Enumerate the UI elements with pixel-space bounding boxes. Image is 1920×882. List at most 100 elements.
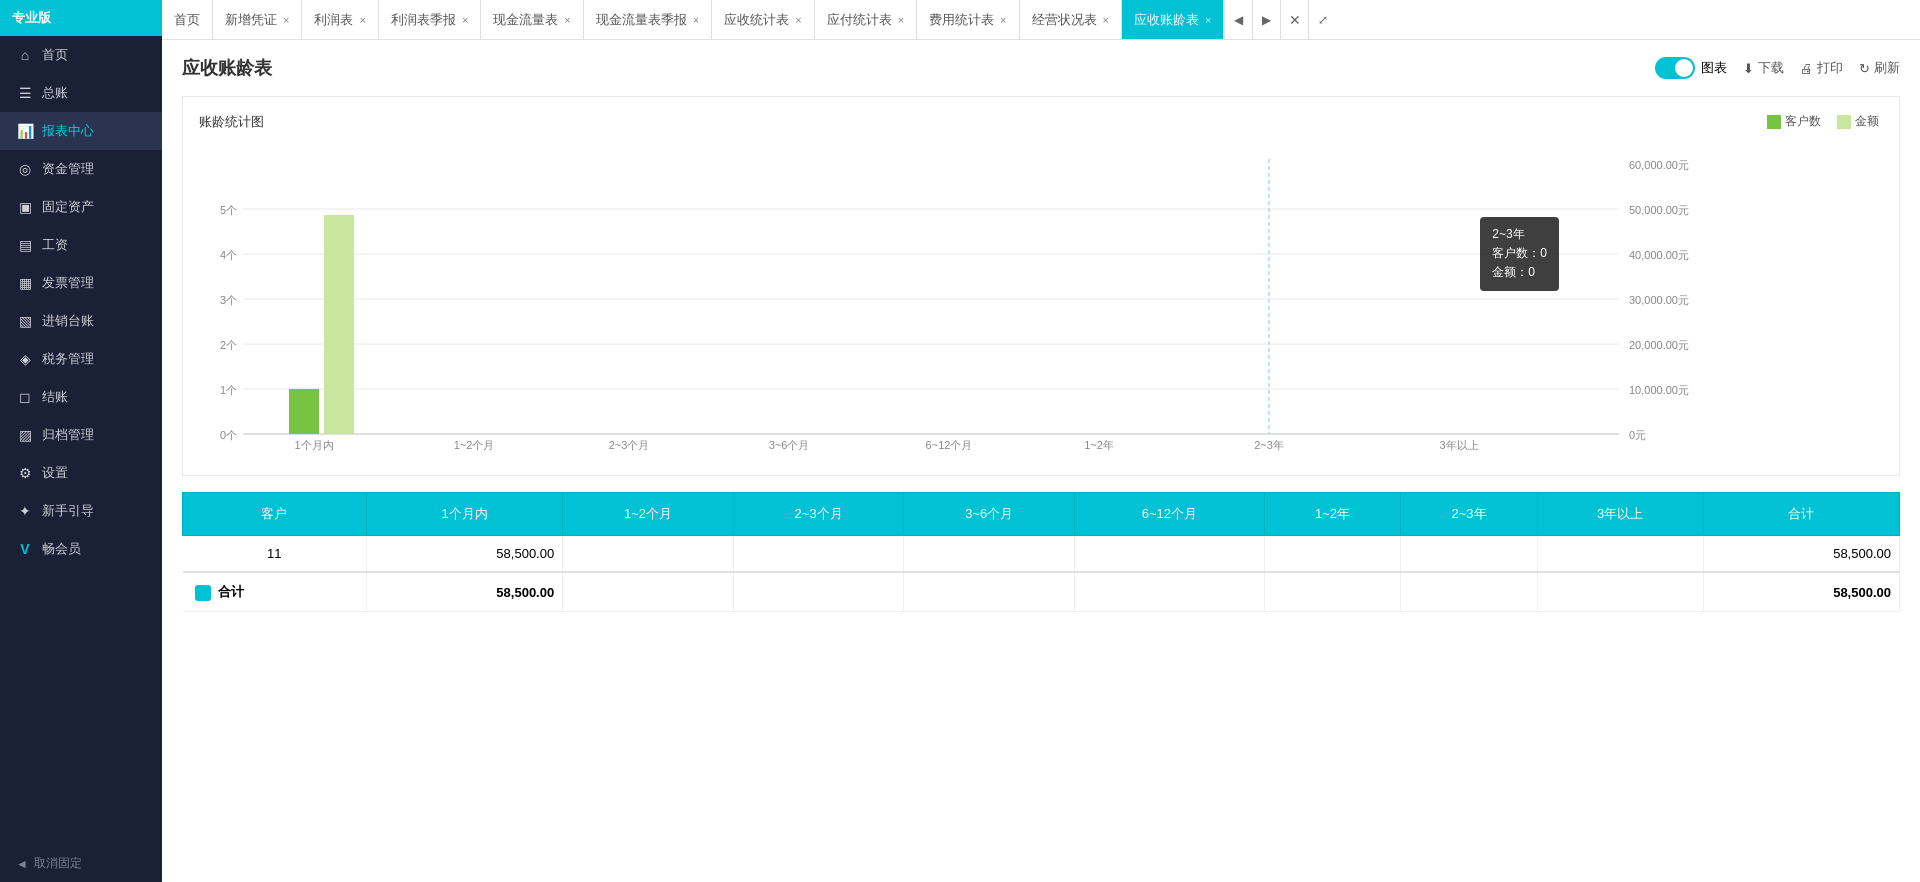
tab-next-button[interactable]: ▶ bbox=[1252, 0, 1280, 40]
tab-cashflow-quarterly[interactable]: 现金流量表季报 × bbox=[584, 0, 712, 40]
tab-close-receivable-stats[interactable]: × bbox=[795, 14, 801, 26]
tab-close-cashflow-quarterly[interactable]: × bbox=[693, 14, 699, 26]
sidebar-item-label: 进销台账 bbox=[42, 312, 94, 330]
chart-title: 账龄统计图 bbox=[199, 113, 1883, 131]
assets-icon: ▣ bbox=[16, 199, 34, 215]
tab-close-all-button[interactable]: ✕ bbox=[1280, 0, 1308, 40]
sidebar-item-label: 固定资产 bbox=[42, 198, 94, 216]
sidebar-item-invoice[interactable]: ▦ 发票管理 bbox=[0, 264, 162, 302]
cell-y12 bbox=[1264, 536, 1401, 573]
sidebar-item-funds[interactable]: ◎ 资金管理 bbox=[0, 150, 162, 188]
col-y23: 2~3年 bbox=[1401, 493, 1538, 536]
aging-table: 客户 1个月内 1~2个月 2~3个月 3~6个月 6~12个月 1~2年 2~… bbox=[182, 492, 1900, 612]
main-content: 首页 新增凭证 × 利润表 × 利润表季报 × 现金流量表 × 现金流量表季报 … bbox=[162, 0, 1920, 882]
tab-bar: 首页 新增凭证 × 利润表 × 利润表季报 × 现金流量表 × 现金流量表季报 … bbox=[162, 0, 1920, 40]
tab-close-new-voucher[interactable]: × bbox=[283, 14, 289, 26]
sidebar-item-reports[interactable]: 📊 报表中心 bbox=[0, 112, 162, 150]
download-button[interactable]: ⬇ 下载 bbox=[1743, 59, 1784, 77]
tab-cashflow[interactable]: 现金流量表 × bbox=[481, 0, 583, 40]
cell-total-total: 58,500.00 bbox=[1703, 572, 1899, 612]
chart-legend: 客户数 金额 bbox=[1767, 113, 1879, 130]
tab-close-profit[interactable]: × bbox=[359, 14, 365, 26]
toggle-switch-button[interactable] bbox=[1655, 57, 1695, 79]
svg-text:5个: 5个 bbox=[220, 204, 237, 216]
tab-new-voucher[interactable]: 新增凭证 × bbox=[213, 0, 302, 40]
sidebar-item-settings[interactable]: ⚙ 设置 bbox=[0, 454, 162, 492]
page-content-area: 应收账龄表 图表 ⬇ 下载 🖨 打印 ↻ bbox=[162, 40, 1920, 882]
tab-close-profit-quarterly[interactable]: × bbox=[462, 14, 468, 26]
svg-text:1~2个月: 1~2个月 bbox=[454, 439, 495, 451]
svg-text:2~3个月: 2~3个月 bbox=[609, 439, 650, 451]
sidebar-item-label: 首页 bbox=[42, 46, 68, 64]
refresh-button[interactable]: ↻ 刷新 bbox=[1859, 59, 1900, 77]
tab-profit-quarterly[interactable]: 利润表季报 × bbox=[379, 0, 481, 40]
col-m23: 2~3个月 bbox=[733, 493, 904, 536]
page-inner: 应收账龄表 图表 ⬇ 下载 🖨 打印 ↻ bbox=[162, 40, 1920, 882]
sidebar-item-inventory[interactable]: ▧ 进销台账 bbox=[0, 302, 162, 340]
svg-rect-1 bbox=[1837, 115, 1851, 129]
sidebar-item-archive[interactable]: ▨ 归档管理 bbox=[0, 416, 162, 454]
col-m12: 1~2个月 bbox=[563, 493, 734, 536]
col-m612: 6~12个月 bbox=[1075, 493, 1265, 536]
svg-text:40,000.00元: 40,000.00元 bbox=[1629, 249, 1689, 261]
table-header-row: 客户 1个月内 1~2个月 2~3个月 3~6个月 6~12个月 1~2年 2~… bbox=[183, 493, 1900, 536]
settings-icon: ⚙ bbox=[16, 465, 34, 481]
tab-payable-stats[interactable]: 应付统计表 × bbox=[815, 0, 917, 40]
sidebar-item-member[interactable]: V 畅会员 bbox=[0, 530, 162, 568]
tab-close-payable-stats[interactable]: × bbox=[898, 14, 904, 26]
svg-rect-23 bbox=[324, 215, 354, 434]
sidebar-item-label: 结账 bbox=[42, 388, 68, 406]
cell-total-m612 bbox=[1075, 572, 1265, 612]
col-over3: 3年以上 bbox=[1537, 493, 1703, 536]
refresh-icon: ↻ bbox=[1859, 61, 1870, 76]
tab-prev-button[interactable]: ◀ bbox=[1224, 0, 1252, 40]
sidebar-item-home[interactable]: ⌂ 首页 bbox=[0, 36, 162, 74]
svg-text:3年以上: 3年以上 bbox=[1439, 439, 1478, 451]
sidebar-item-salary[interactable]: ▤ 工资 bbox=[0, 226, 162, 264]
svg-rect-22 bbox=[289, 389, 319, 434]
unpin-sidebar-button[interactable]: ◄ 取消固定 bbox=[0, 845, 162, 882]
tax-icon: ◈ bbox=[16, 351, 34, 367]
cell-total-m12 bbox=[563, 572, 734, 612]
tab-receivable-aging[interactable]: 应收账龄表 × bbox=[1122, 0, 1224, 40]
closing-icon: ◻ bbox=[16, 389, 34, 405]
svg-text:3~6个月: 3~6个月 bbox=[769, 439, 810, 451]
tab-business-status[interactable]: 经营状况表 × bbox=[1020, 0, 1122, 40]
sidebar-item-assets[interactable]: ▣ 固定资产 bbox=[0, 188, 162, 226]
svg-text:2个: 2个 bbox=[220, 339, 237, 351]
tab-home[interactable]: 首页 bbox=[162, 0, 213, 40]
svg-rect-0 bbox=[1767, 115, 1781, 129]
table-row: 11 58,500.00 58,500.00 bbox=[183, 536, 1900, 573]
sidebar-item-closing[interactable]: ◻ 结账 bbox=[0, 378, 162, 416]
archive-icon: ▨ bbox=[16, 427, 34, 443]
svg-text:1个: 1个 bbox=[220, 384, 237, 396]
chart-toggle[interactable]: 图表 bbox=[1655, 57, 1727, 79]
funds-icon: ◎ bbox=[16, 161, 34, 177]
salary-icon: ▤ bbox=[16, 237, 34, 253]
svg-text:3个: 3个 bbox=[220, 294, 237, 306]
cell-total-m36 bbox=[904, 572, 1075, 612]
print-button[interactable]: 🖨 打印 bbox=[1800, 59, 1843, 77]
cell-y23 bbox=[1401, 536, 1538, 573]
tab-expand-button[interactable]: ⤢ bbox=[1308, 0, 1336, 40]
legend-amount: 金额 bbox=[1837, 113, 1879, 130]
member-icon: V bbox=[16, 541, 34, 557]
sidebar-item-label: 畅会员 bbox=[42, 540, 81, 558]
tab-close-expense-stats[interactable]: × bbox=[1000, 14, 1006, 26]
sidebar-item-tax[interactable]: ◈ 税务管理 bbox=[0, 340, 162, 378]
home-icon: ⌂ bbox=[16, 47, 34, 63]
tab-close-business-status[interactable]: × bbox=[1103, 14, 1109, 26]
cell-over3 bbox=[1537, 536, 1703, 573]
tab-receivable-stats[interactable]: 应收统计表 × bbox=[712, 0, 814, 40]
tab-expense-stats[interactable]: 费用统计表 × bbox=[917, 0, 1019, 40]
cell-m1: 58,500.00 bbox=[366, 536, 562, 573]
sidebar-item-guide[interactable]: ✦ 新手引导 bbox=[0, 492, 162, 530]
tab-close-cashflow[interactable]: × bbox=[564, 14, 570, 26]
tab-close-receivable-aging[interactable]: × bbox=[1205, 14, 1211, 26]
tab-profit[interactable]: 利润表 × bbox=[302, 0, 378, 40]
sidebar-item-ledger[interactable]: ☰ 总账 bbox=[0, 74, 162, 112]
svg-text:2~3年: 2~3年 bbox=[1254, 439, 1284, 451]
sidebar-item-label: 新手引导 bbox=[42, 502, 94, 520]
arrow-left-icon: ◄ bbox=[16, 857, 28, 871]
sidebar: 专业版 ⌂ 首页 ☰ 总账 📊 报表中心 ◎ 资金管理 ▣ 固定资产 ▤ 工资 … bbox=[0, 0, 162, 882]
